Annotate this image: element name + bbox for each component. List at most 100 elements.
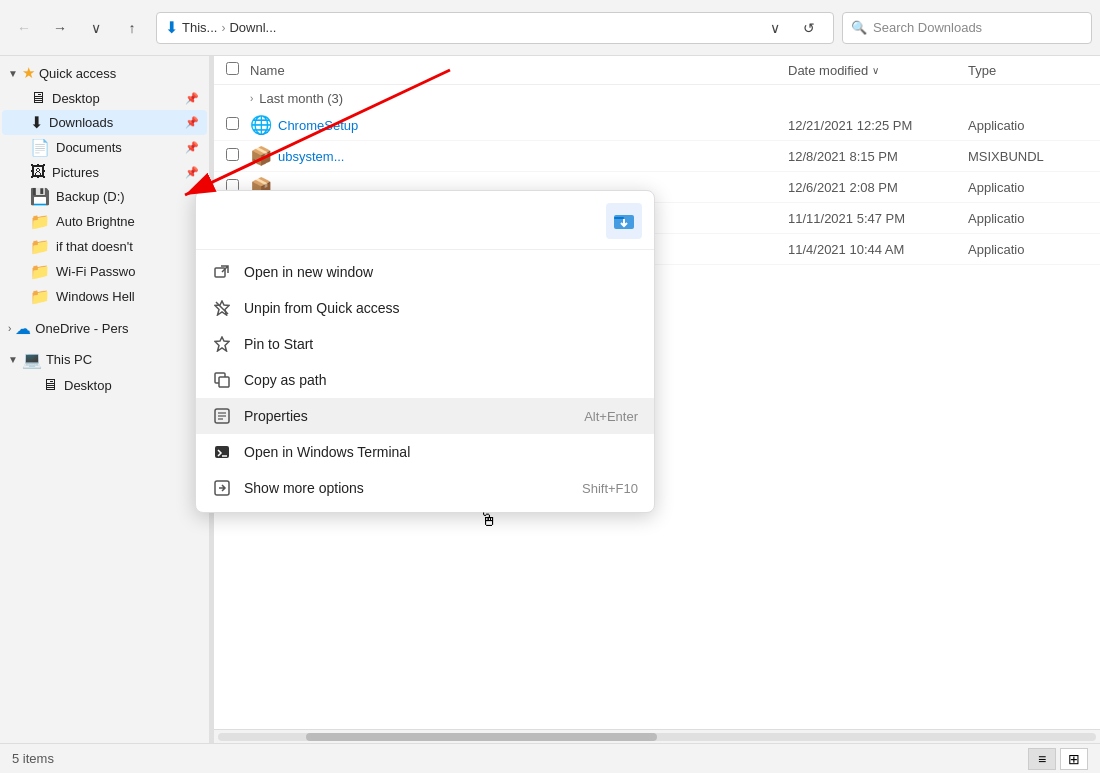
- type-column-label: Type: [968, 63, 996, 78]
- items-count: 5 items: [12, 751, 54, 766]
- context-menu-item-terminal[interactable]: Open in Windows Terminal: [196, 434, 654, 470]
- type-column-header[interactable]: Type: [968, 63, 1088, 78]
- terminal-icon: [212, 442, 232, 462]
- toolbar: ← → ∨ ↑ ⬇ This... › Downl... ∨ ↺ 🔍 Searc…: [0, 0, 1100, 56]
- terminal-label: Open in Windows Terminal: [244, 444, 638, 460]
- group-label: Last month (3): [259, 91, 343, 106]
- file3-date: 12/6/2021 2:08 PM: [788, 180, 968, 195]
- chrome-file-date: 12/21/2021 12:25 PM: [788, 118, 968, 133]
- ubsystem-file-name: ubsystem...: [278, 149, 788, 164]
- svg-rect-5: [219, 377, 229, 387]
- back-button[interactable]: ←: [8, 12, 40, 44]
- sidebar-item-windows-hello-label: Windows Hell: [56, 289, 135, 304]
- sidebar-item-windows-hello[interactable]: 📁 Windows Hell: [2, 284, 207, 309]
- context-menu-item-more-options[interactable]: Show more options Shift+F10: [196, 470, 654, 506]
- unpin-icon: [212, 298, 232, 318]
- select-all-checkbox[interactable]: [226, 62, 239, 75]
- quick-access-star-icon: ★: [22, 64, 35, 82]
- sidebar-item-downloads-label: Downloads: [49, 115, 113, 130]
- name-column-header[interactable]: Name: [250, 63, 788, 78]
- context-menu-item-open-new-window[interactable]: Open in new window: [196, 254, 654, 290]
- context-menu-item-pin-start[interactable]: Pin to Start: [196, 326, 654, 362]
- sidebar-item-if-that[interactable]: 📁 if that doesn't: [2, 234, 207, 259]
- sidebar-item-auto-brightness[interactable]: 📁 Auto Brightne: [2, 209, 207, 234]
- windows-hello-icon: 📁: [30, 287, 50, 306]
- list-view-button[interactable]: ≡: [1028, 748, 1056, 770]
- sidebar-item-pictures-label: Pictures: [52, 165, 99, 180]
- downloads-icon: ⬇: [30, 113, 43, 132]
- file3-type: Applicatio: [968, 180, 1088, 195]
- date-column-header[interactable]: Date modified ∨: [788, 63, 968, 78]
- pin-icon-documents: 📌: [185, 141, 199, 154]
- chrome-file-icon: 🌐: [250, 114, 272, 136]
- onedrive-icon: ☁: [15, 319, 31, 338]
- chrome-checkbox: [226, 117, 250, 133]
- name-column-label: Name: [250, 63, 285, 78]
- context-menu-item-copy-path[interactable]: Copy as path: [196, 362, 654, 398]
- pin-icon-pictures: 📌: [185, 166, 199, 179]
- up-button[interactable]: ↑: [116, 12, 148, 44]
- chrome-file-type: Applicatio: [968, 118, 1088, 133]
- context-menu: Open in new window Unpin from Quick acce…: [195, 190, 655, 513]
- group-chevron[interactable]: ›: [250, 93, 253, 104]
- file5-type: Applicatio: [968, 242, 1088, 257]
- address-bar[interactable]: ⬇ This... › Downl... ∨ ↺: [156, 12, 834, 44]
- file-row-chrome[interactable]: 🌐 ChromeSetup 12/21/2021 12:25 PM Applic…: [214, 110, 1100, 141]
- search-icon: 🔍: [851, 20, 867, 35]
- more-options-shortcut: Shift+F10: [582, 481, 638, 496]
- more-options-icon: [212, 478, 232, 498]
- scrollbar-track: [218, 733, 1096, 741]
- date-column-label: Date modified: [788, 63, 868, 78]
- recent-button[interactable]: ∨: [80, 12, 112, 44]
- sidebar-item-downloads[interactable]: ⬇ Downloads 📌: [2, 110, 207, 135]
- wifi-icon: 📁: [30, 262, 50, 281]
- view-controls: ≡ ⊞: [1028, 748, 1088, 770]
- file-row-ubsystem[interactable]: 📦 ubsystem... 12/8/2021 8:15 PM MSIXBUND…: [214, 141, 1100, 172]
- scrollbar-thumb[interactable]: [306, 733, 657, 741]
- sidebar-onedrive[interactable]: › ☁ OneDrive - Pers: [0, 315, 209, 342]
- sidebar-this-pc[interactable]: ▼ 💻 This PC: [0, 346, 209, 373]
- properties-label: Properties: [244, 408, 572, 424]
- sidebar-item-documents[interactable]: 📄 Documents 📌: [2, 135, 207, 160]
- quick-access-label: Quick access: [39, 66, 116, 81]
- sidebar-item-backup-label: Backup (D:): [56, 189, 125, 204]
- open-new-window-icon: [212, 262, 232, 282]
- pin-start-label: Pin to Start: [244, 336, 638, 352]
- context-top-icon: [606, 203, 642, 239]
- quick-access-chevron: ▼: [8, 68, 18, 79]
- file4-date: 11/11/2021 5:47 PM: [788, 211, 968, 226]
- pictures-icon: 🖼: [30, 163, 46, 181]
- address-dropdown-button[interactable]: ∨: [759, 12, 791, 44]
- properties-icon: [212, 406, 232, 426]
- properties-shortcut: Alt+Enter: [584, 409, 638, 424]
- desktop-pc-icon: 🖥: [42, 376, 58, 394]
- ubsystem-file-type: MSIXBUNDL: [968, 149, 1088, 164]
- context-menu-item-properties[interactable]: Properties Alt+Enter: [196, 398, 654, 434]
- ubsystem-file-date: 12/8/2021 8:15 PM: [788, 149, 968, 164]
- refresh-button[interactable]: ↺: [793, 12, 825, 44]
- sidebar-item-desktop-pc[interactable]: 🖥 Desktop: [2, 373, 207, 397]
- sidebar-item-backup[interactable]: 💾 Backup (D:): [2, 184, 207, 209]
- sidebar-item-documents-label: Documents: [56, 140, 122, 155]
- backup-icon: 💾: [30, 187, 50, 206]
- sidebar-item-desktop[interactable]: 🖥 Desktop 📌: [2, 86, 207, 110]
- address-bar-download-icon: ⬇: [165, 18, 178, 37]
- sidebar-item-wifi[interactable]: 📁 Wi-Fi Passwo: [2, 259, 207, 284]
- search-bar[interactable]: 🔍 Search Downloads: [842, 12, 1092, 44]
- open-new-window-label: Open in new window: [244, 264, 638, 280]
- status-bar: 5 items ≡ ⊞: [0, 743, 1100, 773]
- forward-button[interactable]: →: [44, 12, 76, 44]
- chrome-file-name: ChromeSetup: [278, 118, 788, 133]
- sidebar-item-auto-brightness-label: Auto Brightne: [56, 214, 135, 229]
- address-path1: This...: [182, 20, 217, 35]
- if-that-icon: 📁: [30, 237, 50, 256]
- copy-path-icon: [212, 370, 232, 390]
- grid-view-button[interactable]: ⊞: [1060, 748, 1088, 770]
- checkbox-col: [226, 62, 250, 78]
- this-pc-label: This PC: [46, 352, 92, 367]
- sidebar-quick-access[interactable]: ▼ ★ Quick access: [0, 60, 209, 86]
- sidebar-item-desktop-pc-label: Desktop: [64, 378, 112, 393]
- sidebar-item-pictures[interactable]: 🖼 Pictures 📌: [2, 160, 207, 184]
- horizontal-scrollbar[interactable]: [214, 729, 1100, 743]
- context-menu-item-unpin[interactable]: Unpin from Quick access: [196, 290, 654, 326]
